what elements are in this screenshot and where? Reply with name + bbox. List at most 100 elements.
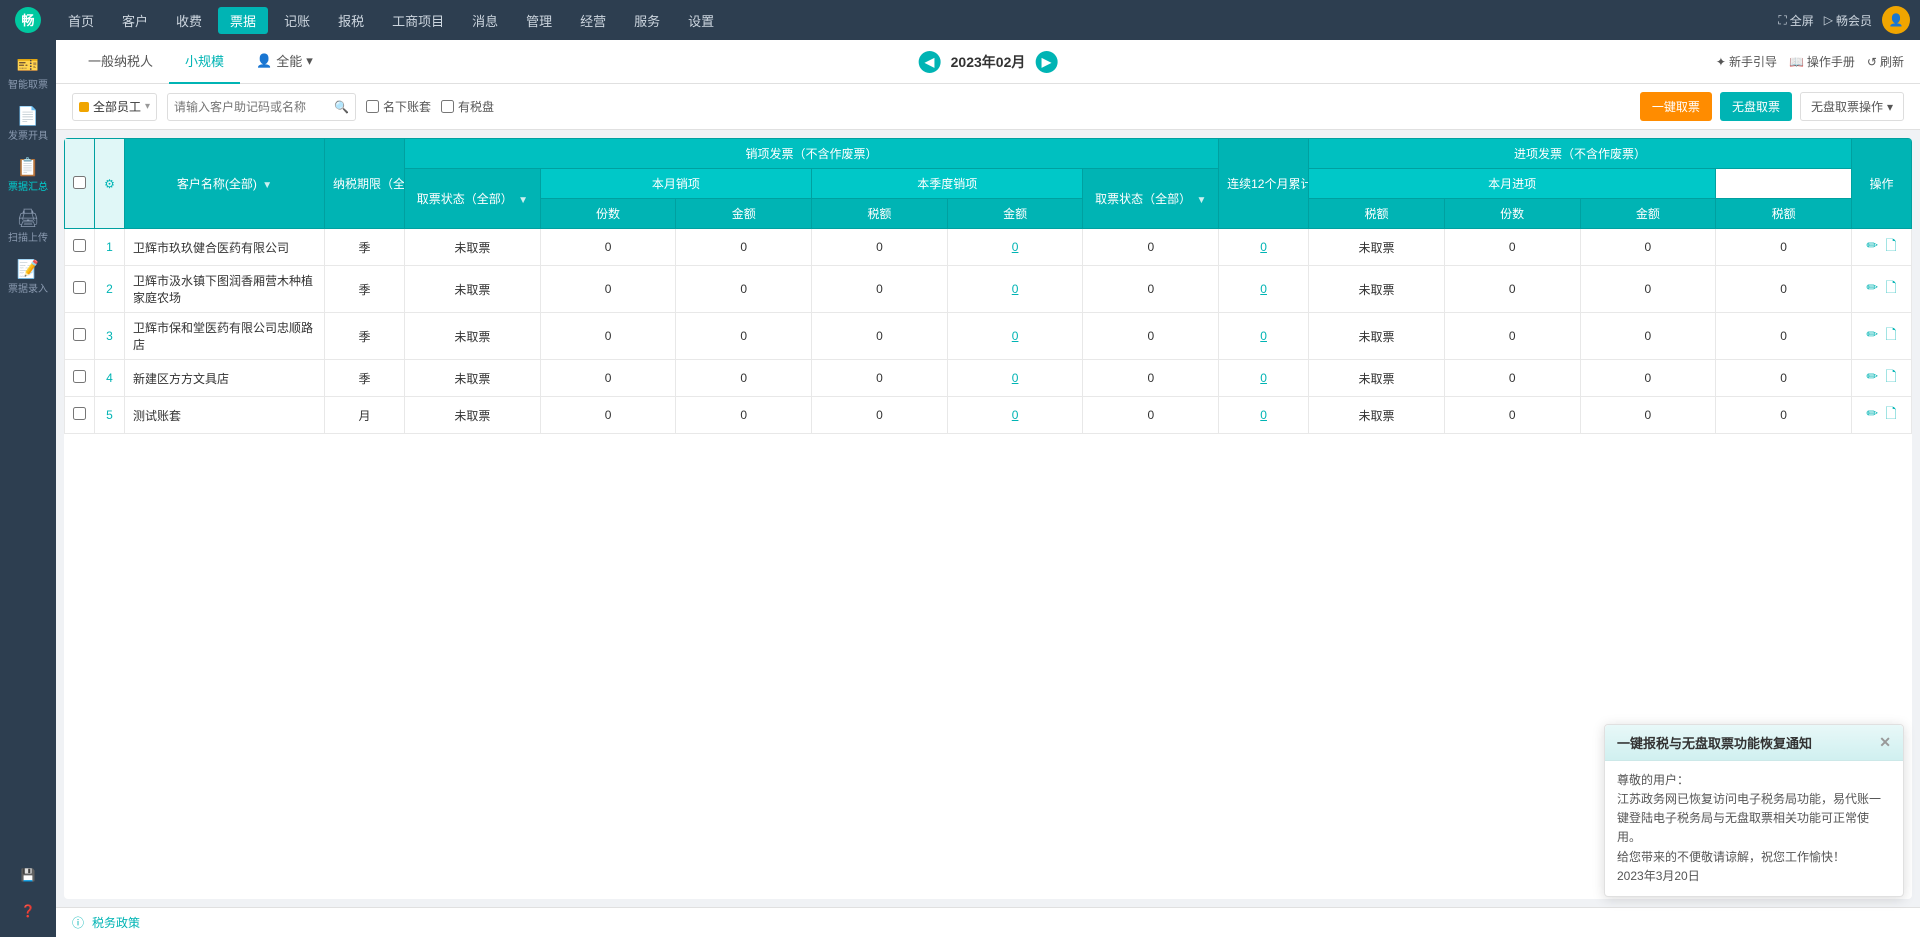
my-accounts-checkbox[interactable]: 名下账套 [366,98,431,115]
row-purchase-month-amount-4: 0 [1580,397,1716,434]
row-sales-quarter-amount-2: 0 [947,313,1083,360]
row-annual-amount-4: 0 [1219,397,1309,434]
view-icon-1[interactable]: 🗋 [1885,279,1896,295]
edit-icon-3[interactable]: ✏ [1866,368,1878,384]
nav-item-accounting[interactable]: 记账 [272,7,322,34]
row-purchase-month-count-3: 0 [1444,360,1580,397]
row-sales-month-amount-2: 0 [676,313,812,360]
tab-small-scale[interactable]: 小规模 [169,40,240,84]
nav-item-operate[interactable]: 经营 [568,7,618,34]
row-checkbox-2[interactable] [65,313,95,360]
row-checkbox-3[interactable] [65,360,95,397]
row-purchase-month-tax-3: 0 [1716,360,1852,397]
sidebar-item-smart-invoice[interactable]: 🎫 智能取票 [3,50,53,97]
sidebar-help-button[interactable]: ❓ [3,895,53,927]
has-tax-disk-checkbox[interactable]: 有税盘 [441,98,494,115]
customer-filter-icon[interactable]: ▼ [262,180,272,191]
nav-item-message[interactable]: 消息 [460,7,510,34]
user-icon: 👤 [256,53,272,69]
tab-all-type[interactable]: 👤 全能 ▾ [240,40,329,84]
nav-item-invoice[interactable]: 票据 [218,7,268,34]
row-action-3: ✏ 🗋 [1852,360,1912,397]
row-name-3: 新建区方方文具店 [125,360,325,397]
row-sales-month-tax-3: 0 [812,360,948,397]
view-icon-4[interactable]: 🗋 [1885,405,1896,421]
row-tax-period-1: 季 [325,266,405,313]
top-navigation: 畅 首页 客户 收费 票据 记账 报税 工商项目 消息 管理 经营 服务 设置 … [0,0,1920,40]
col-purchase-month-tax: 税额 [1716,199,1852,229]
guide-icon: ✦ [1716,55,1726,69]
row-purchase-status-2: 未取票 [1309,313,1445,360]
tax-policy-link[interactable]: 税务政策 [92,914,140,931]
nav-item-service[interactable]: 服务 [622,7,672,34]
row-sales-quarter-amount-1: 0 [947,266,1083,313]
notification-close-button[interactable]: ✕ [1879,734,1891,751]
fullscreen-button[interactable]: ⛶ 全屏 [1778,12,1813,29]
new-guide-button[interactable]: ✦ 新手引导 [1716,53,1777,70]
tab-general-taxpayer[interactable]: 一般纳税人 [72,40,169,84]
notification-line-3: 2023年3月20日 [1617,867,1891,886]
user-avatar[interactable]: 👤 [1882,6,1910,34]
row-index-0: 1 [95,229,125,266]
sidebar-item-invoice-summary[interactable]: 📋 票据汇总 [3,152,53,199]
col-month-purchase: 本月进项 [1309,169,1716,199]
row-purchase-month-count-4: 0 [1444,397,1580,434]
no-disk-fetch-button[interactable]: 无盘取票 [1720,92,1792,121]
view-icon-2[interactable]: 🗋 [1885,326,1896,342]
view-icon-3[interactable]: 🗋 [1885,368,1896,384]
edit-icon-4[interactable]: ✏ [1866,405,1878,421]
refresh-button[interactable]: ↺ 刷新 [1867,53,1904,70]
row-name-0: 卫辉市玖玖健合医药有限公司 [125,229,325,266]
sidebar-item-invoice-entry[interactable]: 📝 票据录入 [3,254,53,301]
edit-icon-0[interactable]: ✏ [1866,237,1878,253]
search-icon[interactable]: 🔍 [334,100,349,114]
sales-status-filter-icon[interactable]: ▼ [518,195,528,206]
nav-item-client[interactable]: 客户 [110,7,160,34]
manual-button[interactable]: 📖 操作手册 [1789,53,1855,70]
select-all-checkbox[interactable] [73,176,86,189]
row-checkbox-1[interactable] [65,266,95,313]
row-purchase-month-amount-3: 0 [1580,360,1716,397]
row-purchase-month-count-2: 0 [1444,313,1580,360]
edit-icon-2[interactable]: ✏ [1866,326,1878,342]
nav-item-business[interactable]: 工商项目 [380,7,456,34]
row-sales-quarter-amount-0: 0 [947,229,1083,266]
one-key-fetch-button[interactable]: 一键取票 [1640,92,1712,121]
search-input[interactable] [174,100,334,114]
employee-select[interactable]: 全部员工 ▾ [72,93,157,121]
row-sales-month-count-1: 0 [540,266,676,313]
next-month-button[interactable]: ▶ [1035,51,1057,73]
nav-item-billing[interactable]: 收费 [164,7,214,34]
sidebar-bottom: 💾 ❓ [3,859,53,937]
nav-item-tax[interactable]: 报税 [326,7,376,34]
col-purchase-month-amount: 金额 [1580,199,1716,229]
member-button[interactable]: ▷ 畅会员 [1824,12,1872,29]
has-tax-disk-check[interactable] [441,100,454,113]
row-checkbox-0[interactable] [65,229,95,266]
nav-item-manage[interactable]: 管理 [514,7,564,34]
edit-icon-1[interactable]: ✏ [1866,279,1878,295]
col-sales-status: 取票状态（全部） ▼ [405,169,541,229]
nav-item-settings[interactable]: 设置 [676,7,726,34]
row-name-1: 卫辉市汲水镇下图润香厢营木种植家庭农场 [125,266,325,313]
nav-item-home[interactable]: 首页 [56,7,106,34]
settings-icon[interactable]: ⚙ [104,177,115,191]
sidebar-item-scan-upload[interactable]: 🖨 扫描上传 [3,203,53,250]
svg-text:畅: 畅 [21,13,34,28]
sidebar: 🎫 智能取票 📄 发票开具 📋 票据汇总 🖨 扫描上传 📝 票据录入 💾 ❓ [0,40,56,937]
sidebar-download-button[interactable]: 💾 [3,859,53,891]
row-purchase-month-count-1: 0 [1444,266,1580,313]
row-index-3: 4 [95,360,125,397]
employee-dot-icon [79,102,89,112]
notification-scroll[interactable]: 尊敬的用户：江苏政务网已恢复访问电子税务局功能，易代账一键登陆电子税务局与无盘取… [1605,761,1903,896]
no-disk-ops-button[interactable]: 无盘取票操作 ▾ [1800,92,1904,121]
purchase-status-filter-icon[interactable]: ▼ [1197,195,1207,206]
sidebar-item-issue-invoice[interactable]: 📄 发票开具 [3,101,53,148]
prev-month-button[interactable]: ◀ [919,51,941,73]
my-accounts-check[interactable] [366,100,379,113]
row-checkbox-4[interactable] [65,397,95,434]
nav-items: 首页 客户 收费 票据 记账 报税 工商项目 消息 管理 经营 服务 设置 [56,7,1778,34]
row-purchase-status-1: 未取票 [1309,266,1445,313]
view-icon-0[interactable]: 🗋 [1885,237,1896,253]
sub-tabs-actions: ✦ 新手引导 📖 操作手册 ↺ 刷新 [1716,53,1904,70]
